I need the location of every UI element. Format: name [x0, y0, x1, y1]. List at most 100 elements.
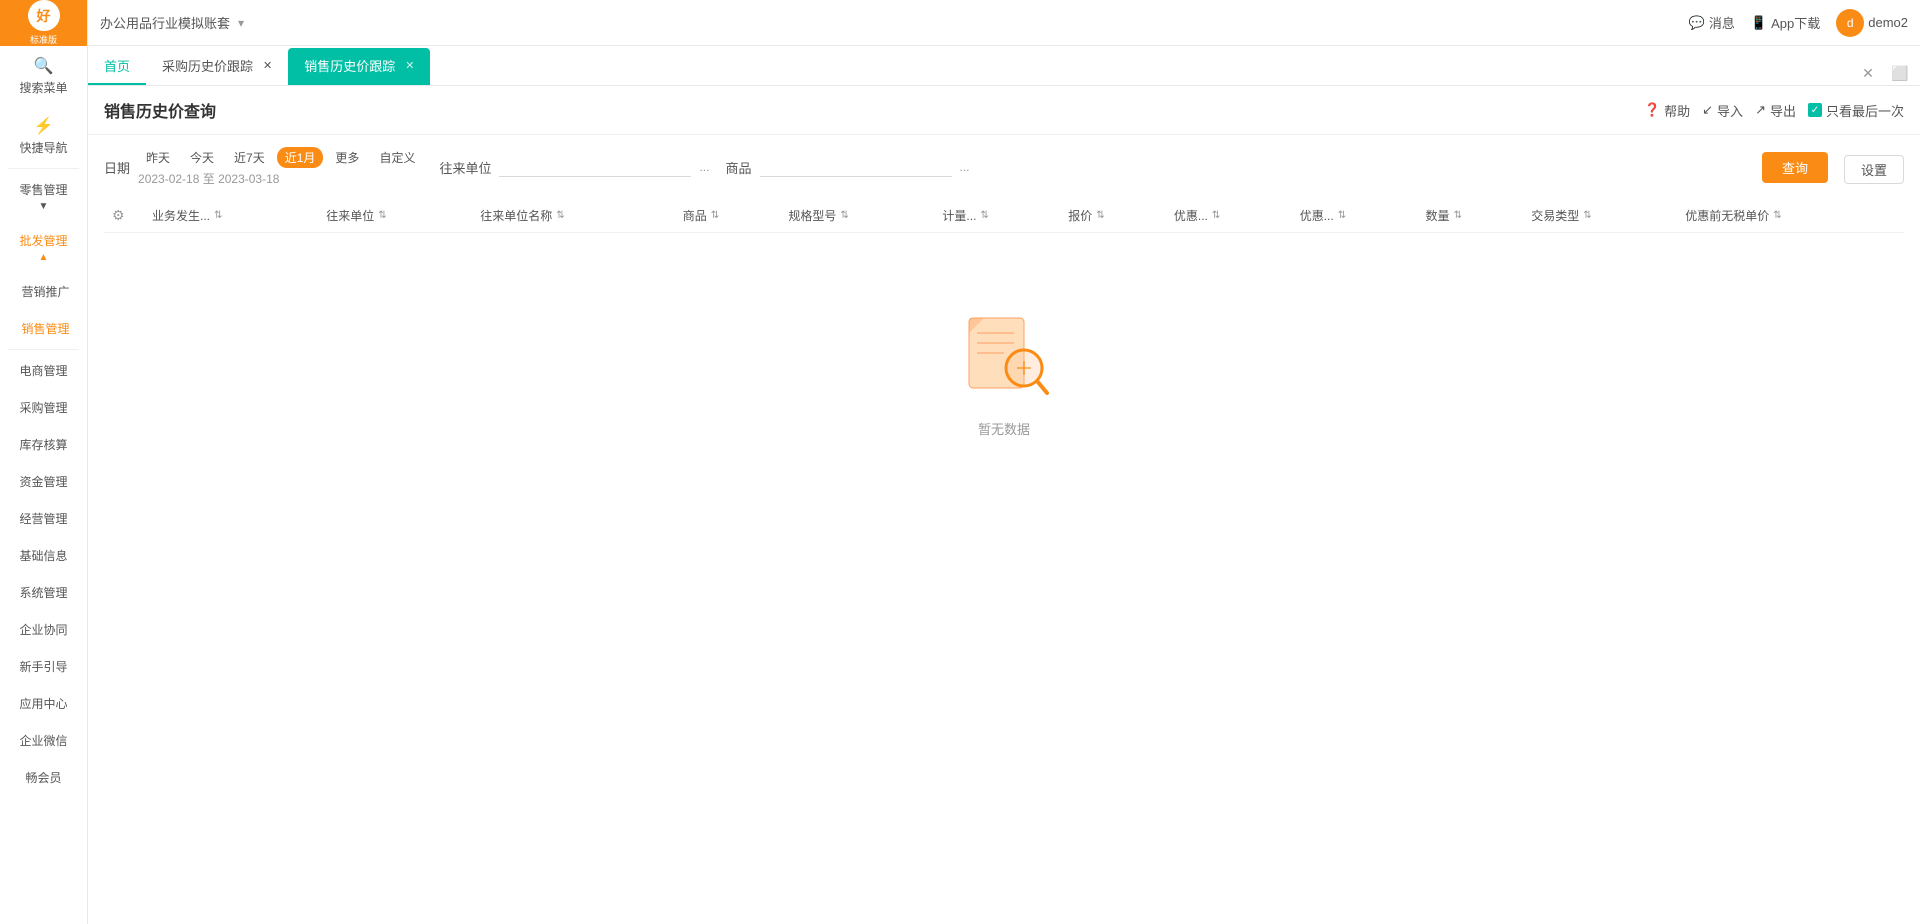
sort-partner-name-icon: ⇅ — [556, 210, 564, 221]
sort-quantity-icon: ⇅ — [1454, 210, 1462, 221]
only-last-checkbox[interactable]: ✓ — [1808, 103, 1822, 117]
setting-button[interactable]: 设置 — [1844, 155, 1904, 184]
sort-discount2-icon: ⇅ — [1338, 210, 1346, 221]
topbar-left: 办公用品行业模拟账套 ▾ — [100, 13, 244, 32]
date-buttons: 昨天 今天 近7天 近1月 更多 自定义 — [138, 147, 423, 168]
sidebar-item-guide[interactable]: 新手引导 — [0, 648, 87, 685]
partner-filter-group: 往来单位 ... — [439, 157, 709, 177]
import-icon: ↙ — [1702, 102, 1713, 118]
sort-spec-icon: ⇅ — [840, 210, 848, 221]
date-range-display: 2023-02-18 至 2023-03-18 — [138, 170, 423, 187]
sidebar-item-finance[interactable]: 资金管理 — [0, 463, 87, 500]
topbar-title: 办公用品行业模拟账套 — [100, 13, 230, 32]
th-settings[interactable]: ⚙ — [104, 199, 144, 233]
sidebar-item-apps[interactable]: 应用中心 — [0, 685, 87, 722]
app-logo[interactable]: 好 标准版 — [0, 0, 87, 46]
date-btn-7days[interactable]: 近7天 — [226, 147, 273, 168]
export-button[interactable]: ↗ 导出 — [1755, 101, 1796, 120]
th-unit[interactable]: 计量... ⇅ — [934, 199, 1060, 233]
empty-text: 暂无数据 — [978, 419, 1030, 438]
tab-close-sales-icon[interactable]: ✕ — [405, 59, 414, 72]
sort-biz-date-icon: ⇅ — [214, 210, 222, 221]
page-title: 销售历史价查询 — [104, 98, 216, 122]
goods-ellipsis-button[interactable]: ... — [960, 160, 970, 174]
sidebar-item-enterprise[interactable]: 企业协同 — [0, 611, 87, 648]
th-discount1[interactable]: 优惠... ⇅ — [1166, 199, 1292, 233]
topbar-right: 💬 消息 📱 App下载 d demo2 — [1689, 9, 1908, 37]
goods-input[interactable] — [760, 157, 952, 177]
th-deal-type[interactable]: 交易类型 ⇅ — [1523, 199, 1677, 233]
help-button[interactable]: ❓ 帮助 — [1644, 101, 1690, 120]
date-btn-1month[interactable]: 近1月 — [277, 147, 324, 168]
table-head: ⚙ 业务发生... ⇅ 往来单位 — [104, 199, 1904, 233]
tab-purchase-history[interactable]: 采购历史价跟踪 ✕ — [146, 48, 288, 85]
sort-goods-icon: ⇅ — [711, 210, 719, 221]
sidebar-item-system[interactable]: 系统管理 — [0, 574, 87, 611]
settings-icon[interactable]: ⚙ — [112, 207, 125, 223]
export-icon: ↗ — [1755, 102, 1766, 118]
th-partner-name[interactable]: 往来单位名称 ⇅ — [472, 199, 674, 233]
th-discount2[interactable]: 优惠... ⇅ — [1292, 199, 1418, 233]
filter-actions: 查询 设置 — [1762, 151, 1904, 184]
sidebar-item-member[interactable]: 畅会员 — [0, 759, 87, 796]
page-inner: 销售历史价查询 ❓ 帮助 ↙ 导入 ↗ 导出 — [88, 86, 1920, 924]
date-btn-more[interactable]: 更多 — [327, 147, 367, 168]
msg-icon: 💬 — [1689, 15, 1705, 31]
query-button[interactable]: 查询 — [1762, 152, 1828, 183]
search-icon: 🔍 — [34, 56, 54, 76]
th-quantity[interactable]: 数量 ⇅ — [1418, 199, 1524, 233]
msg-button[interactable]: 💬 消息 — [1689, 13, 1735, 32]
close-all-tabs-button[interactable]: ✕ — [1856, 61, 1880, 85]
import-button[interactable]: ↙ 导入 — [1702, 101, 1743, 120]
chevron-down-icon: ▼ — [39, 201, 49, 212]
sidebar-item-shortcuts[interactable]: ⚡ 快捷导航 — [0, 106, 87, 166]
sidebar-item-basic[interactable]: 基础信息 — [0, 537, 87, 574]
sidebar-item-operations[interactable]: 经营管理 — [0, 500, 87, 537]
th-goods[interactable]: 商品 ⇅ — [675, 199, 781, 233]
date-filter-group: 日期 昨天 今天 近7天 近1月 更多 自定义 2023-02-18 至 202… — [104, 147, 423, 187]
date-btn-yesterday[interactable]: 昨天 — [138, 147, 178, 168]
sidebar: 好 标准版 🔍 搜索菜单 ⚡ 快捷导航 零售管理 ▼ 批发管理 ▲ 营销推广 销… — [0, 0, 88, 924]
only-last-checkbox-wrapper[interactable]: ✓ 只看最后一次 — [1808, 101, 1904, 120]
chevron-up-icon: ▲ — [39, 252, 49, 263]
sort-quote-icon: ⇅ — [1096, 210, 1104, 221]
app-download-button[interactable]: 📱 App下载 — [1751, 13, 1820, 32]
date-btn-custom[interactable]: 自定义 — [371, 147, 423, 168]
date-label: 日期 — [104, 158, 130, 177]
th-biz-date[interactable]: 业务发生... ⇅ — [144, 199, 318, 233]
tab-close-purchase-icon[interactable]: ✕ — [263, 59, 272, 72]
th-quote[interactable]: 报价 ⇅ — [1060, 199, 1166, 233]
sidebar-subitem-marketing[interactable]: 营销推广 — [0, 273, 87, 310]
partner-input[interactable] — [499, 157, 691, 177]
tab-home[interactable]: 首页 — [88, 48, 146, 85]
sort-pretax-price-icon: ⇅ — [1773, 210, 1781, 221]
th-spec[interactable]: 规格型号 ⇅ — [780, 199, 934, 233]
th-partner-code[interactable]: 往来单位 ⇅ — [318, 199, 472, 233]
sidebar-item-ecommerce[interactable]: 电商管理 — [0, 352, 87, 389]
sidebar-item-retail[interactable]: 零售管理 ▼ — [0, 171, 87, 222]
maximize-button[interactable]: ⬜ — [1888, 61, 1912, 85]
sort-unit-icon: ⇅ — [980, 210, 988, 221]
sidebar-item-search[interactable]: 🔍 搜索菜单 — [0, 46, 87, 106]
sidebar-item-wholesale[interactable]: 批发管理 ▲ — [0, 222, 87, 273]
sidebar-item-inventory[interactable]: 库存核算 — [0, 426, 87, 463]
topbar-dropdown-icon[interactable]: ▾ — [238, 16, 244, 30]
th-pretax-price[interactable]: 优惠前无税单价 ⇅ — [1677, 199, 1904, 233]
sidebar-subitem-sales[interactable]: 销售管理 — [0, 310, 87, 347]
data-table: ⚙ 业务发生... ⇅ 往来单位 — [104, 199, 1904, 233]
sidebar-item-purchase[interactable]: 采购管理 — [0, 389, 87, 426]
user-menu[interactable]: d demo2 — [1836, 9, 1908, 37]
partner-ellipsis-button[interactable]: ... — [699, 160, 709, 174]
partner-label: 往来单位 — [439, 158, 491, 177]
topbar: 办公用品行业模拟账套 ▾ 💬 消息 📱 App下载 d demo2 — [88, 0, 1920, 46]
sort-discount1-icon: ⇅ — [1212, 210, 1220, 221]
tab-bar: 首页 采购历史价跟踪 ✕ 销售历史价跟踪 ✕ ✕ ⬜ — [88, 46, 1920, 86]
tab-sales-history[interactable]: 销售历史价跟踪 ✕ — [288, 48, 430, 85]
sidebar-item-wechat[interactable]: 企业微信 — [0, 722, 87, 759]
date-btn-today[interactable]: 今天 — [182, 147, 222, 168]
goods-filter-group: 商品 ... — [725, 157, 969, 177]
goods-label: 商品 — [725, 158, 751, 177]
empty-state: 暂无数据 — [88, 233, 1920, 518]
divider — [8, 168, 79, 169]
main-content: 办公用品行业模拟账套 ▾ 💬 消息 📱 App下载 d demo2 首页 — [88, 0, 1920, 924]
